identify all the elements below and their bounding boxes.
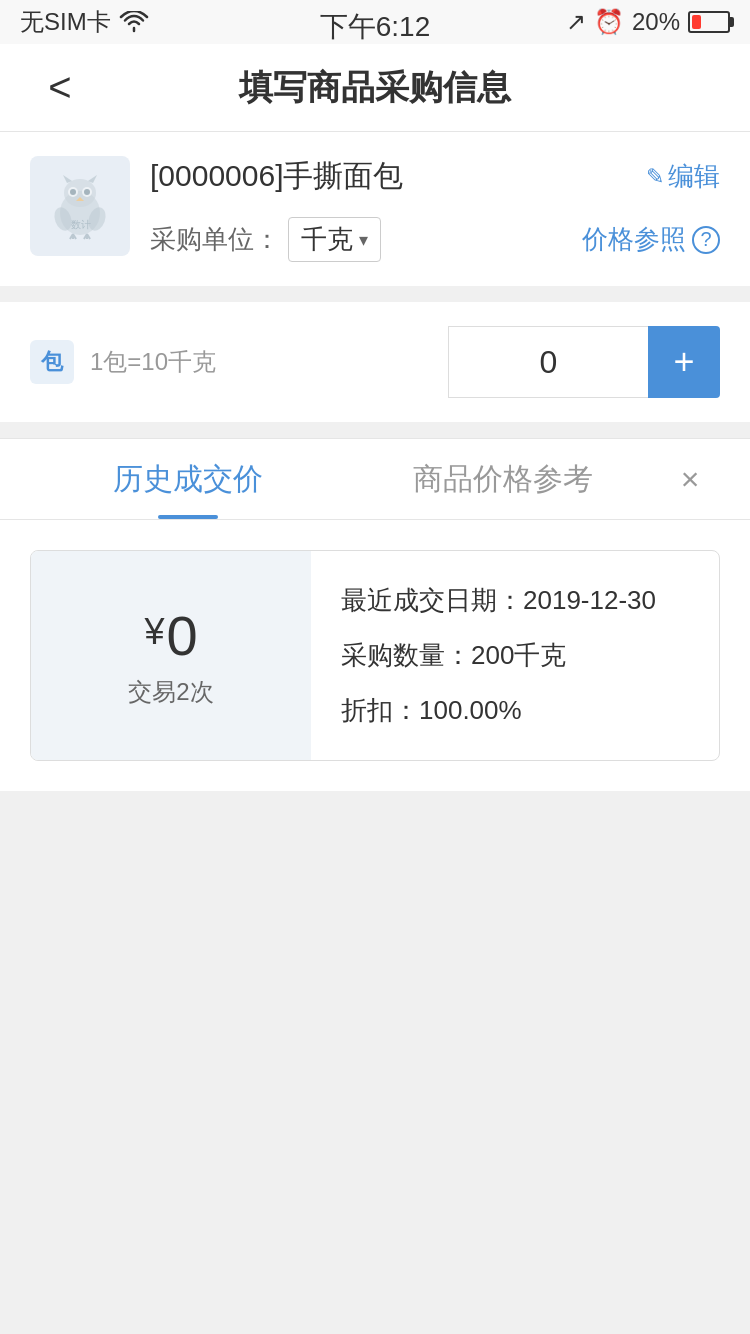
- quantity-plus-button[interactable]: +: [648, 326, 720, 398]
- product-unit-row: 采购单位： 千克 ▾ 价格参照 ?: [150, 217, 720, 262]
- status-bar: 无SIM卡 下午6:12 ↗ ⏰ 20%: [0, 0, 750, 44]
- product-full-name: [0000006]手撕面包: [150, 156, 403, 197]
- price-card-right: 最近成交日期：2019-12-30 采购数量：200千克 折扣：100.00%: [311, 551, 719, 760]
- price-display: ¥ 0: [144, 603, 197, 668]
- svg-text:数计: 数计: [71, 219, 91, 230]
- battery-icon: [688, 11, 730, 33]
- history-price-content: ¥ 0 交易2次 最近成交日期：2019-12-30 采购数量：200千克 折扣…: [0, 520, 750, 791]
- tab-history-price[interactable]: 历史成交价: [30, 439, 345, 519]
- unit-badge: 包: [30, 340, 74, 384]
- battery-percent: 20%: [632, 8, 680, 36]
- unit-info: 包 1包=10千克: [30, 340, 216, 384]
- price-currency-symbol: ¥: [144, 611, 164, 653]
- status-time: 下午6:12: [320, 8, 431, 46]
- product-name-row: [0000006]手撕面包 ✎ 编辑: [150, 156, 720, 197]
- edit-button[interactable]: ✎ 编辑: [646, 159, 720, 194]
- tab-product-price-reference[interactable]: 商品价格参考: [345, 439, 660, 519]
- edit-label: 编辑: [668, 159, 720, 194]
- unit-select-dropdown[interactable]: 千克 ▾: [288, 217, 381, 262]
- tabs-section: 历史成交价 商品价格参考 × ¥ 0 交易2次 最近成交日期：2019-12-3…: [0, 438, 750, 791]
- nav-bar: < 填写商品采购信息: [0, 44, 750, 132]
- back-button[interactable]: <: [30, 58, 90, 118]
- status-right: ↗ ⏰ 20%: [566, 8, 730, 36]
- product-thumbnail: 数计: [30, 156, 130, 256]
- battery-fill: [692, 15, 701, 29]
- status-left: 无SIM卡: [20, 6, 149, 38]
- product-info: [0000006]手撕面包 ✎ 编辑 采购单位： 千克 ▾ 价格参照 ?: [150, 156, 720, 262]
- quantity-section: 包 1包=10千克 0 +: [0, 302, 750, 422]
- price-detail-quantity: 采购数量：200千克: [341, 636, 689, 675]
- price-detail-date: 最近成交日期：2019-12-30: [341, 581, 689, 620]
- product-section: 数计 [0000006]手撕面包 ✎ 编辑 采购单位： 千克 ▾ 价格参照 ?: [0, 132, 750, 286]
- quantity-controls: 0 +: [448, 326, 720, 398]
- edit-icon: ✎: [646, 164, 664, 190]
- page-title: 填写商品采购信息: [239, 65, 511, 111]
- price-detail-discount: 折扣：100.00%: [341, 691, 689, 730]
- chevron-down-icon: ▾: [359, 229, 368, 251]
- unit-label: 采购单位： 千克 ▾: [150, 217, 381, 262]
- unit-select-value: 千克: [301, 222, 353, 257]
- tabs-header: 历史成交价 商品价格参考 ×: [0, 439, 750, 520]
- alarm-icon: ⏰: [594, 8, 624, 36]
- section-divider: [0, 286, 750, 302]
- price-trade-count: 交易2次: [128, 676, 213, 708]
- tab-close-button[interactable]: ×: [660, 449, 720, 509]
- price-card: ¥ 0 交易2次 最近成交日期：2019-12-30 采购数量：200千克 折扣…: [30, 550, 720, 761]
- quantity-value: 0: [540, 344, 558, 381]
- price-amount-value: 0: [166, 603, 197, 668]
- unit-conversion-text: 1包=10千克: [90, 346, 216, 378]
- svg-point-6: [70, 189, 76, 195]
- svg-point-7: [84, 189, 90, 195]
- question-circle-icon: ?: [692, 226, 720, 254]
- wifi-icon: [119, 11, 149, 33]
- product-image-owl: 数计: [45, 171, 115, 241]
- location-icon: ↗: [566, 8, 586, 36]
- quantity-input[interactable]: 0: [448, 326, 648, 398]
- price-reference-button[interactable]: 价格参照 ?: [582, 222, 720, 257]
- price-card-left: ¥ 0 交易2次: [31, 551, 311, 760]
- carrier-text: 无SIM卡: [20, 6, 111, 38]
- price-ref-label: 价格参照: [582, 222, 686, 257]
